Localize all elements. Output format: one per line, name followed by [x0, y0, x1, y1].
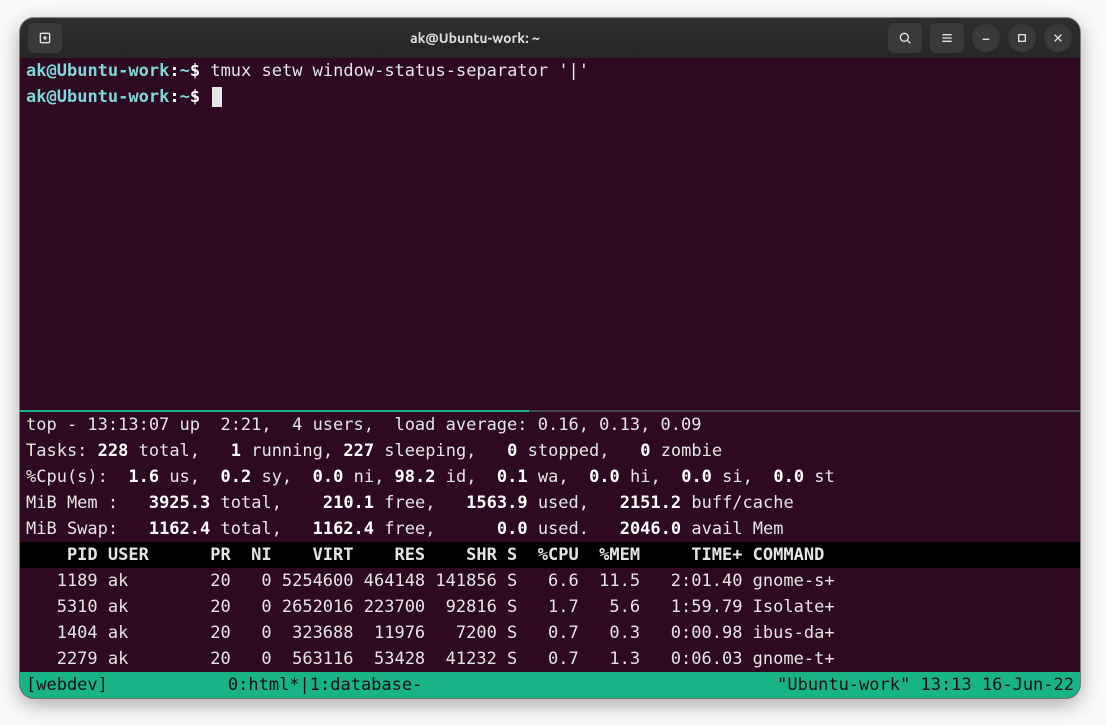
top-column-header: PID USER PR NI VIRT RES SHR S %CPU %MEM … — [20, 542, 1080, 568]
prompt-host: Ubuntu-work — [57, 61, 170, 81]
tmux-session-name: [webdev] — [26, 672, 108, 698]
tmux-window-list[interactable]: 0:html*|1:database- — [228, 675, 422, 695]
tmux-host: "Ubuntu-work" — [777, 675, 910, 695]
terminal-body[interactable]: ak@Ubuntu-work:~$ tmux setw window-statu… — [20, 58, 1080, 698]
tmux-pane-shell-blank[interactable] — [20, 110, 1080, 410]
prompt-dir: ~ — [180, 61, 190, 81]
tmux-pane-top[interactable]: top - 13:13:07 up 2:21, 4 users, load av… — [20, 412, 1080, 542]
minimize-button[interactable] — [972, 24, 1000, 52]
search-button[interactable] — [888, 23, 922, 53]
cursor — [212, 87, 222, 107]
tmux-status-bar[interactable]: [webdev] 0:html*|1:database- "Ubuntu-wor… — [20, 672, 1080, 698]
command-text: tmux setw window-status-separator '|' — [210, 61, 589, 81]
top-summary-line: top - 13:13:07 up 2:21, 4 users, load av… — [26, 415, 702, 435]
tmux-pane-shell[interactable]: ak@Ubuntu-work:~$ tmux setw window-statu… — [20, 58, 1080, 110]
window-titlebar: ak@Ubuntu-work: ~ — [20, 18, 1080, 58]
window-title: ak@Ubuntu-work: ~ — [70, 30, 880, 46]
terminal-window: ak@Ubuntu-work: ~ ak@Ubuntu-work:~$ tmux… — [20, 18, 1080, 698]
maximize-button[interactable] — [1008, 24, 1036, 52]
top-process-list: 1189 ak 20 0 5254600 464148 141856 S 6.6… — [20, 568, 1080, 672]
menu-button[interactable] — [930, 23, 964, 53]
tmux-clock: 13:13 16-Jun-22 — [920, 675, 1074, 695]
close-button[interactable] — [1044, 24, 1072, 52]
prompt-user: ak — [26, 61, 46, 81]
new-tab-button[interactable] — [28, 23, 62, 53]
